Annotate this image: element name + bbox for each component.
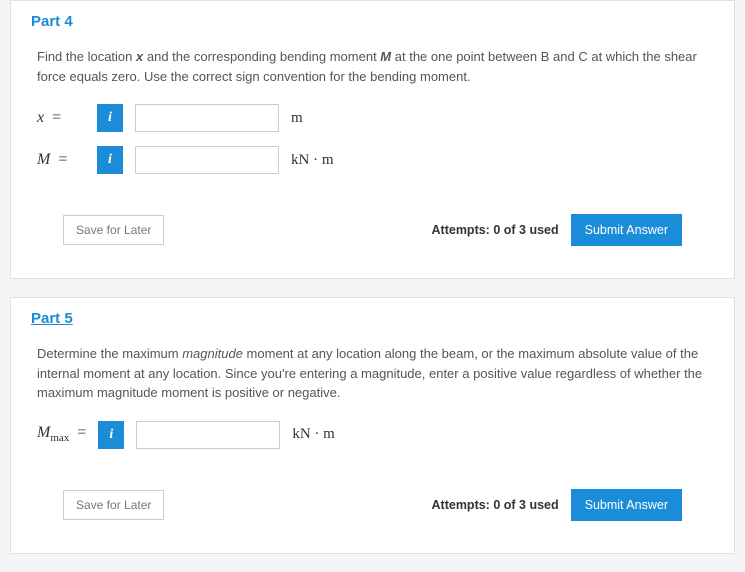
- save-for-later-button[interactable]: Save for Later: [63, 215, 164, 245]
- part-5-prompt: Determine the maximum magnitude moment a…: [37, 344, 708, 403]
- unit-kNm: kN · m: [291, 152, 334, 169]
- info-icon[interactable]: i: [98, 421, 124, 449]
- part-5-footer: Save for Later Attempts: 0 of 3 used Sub…: [37, 473, 708, 537]
- submit-answer-button[interactable]: Submit Answer: [571, 489, 682, 521]
- footer-right-group: Attempts: 0 of 3 used Submit Answer: [432, 489, 682, 521]
- unit-kNm: kN · m: [292, 426, 335, 443]
- part-4-panel: Part 4 Find the location x and the corre…: [10, 0, 735, 279]
- prompt-segment: Determine the maximum: [37, 346, 182, 361]
- var-label-x: x =: [37, 109, 85, 127]
- equals-sign: =: [54, 151, 67, 168]
- x-input[interactable]: [135, 104, 279, 132]
- var-subscript: max: [50, 433, 69, 445]
- Mmax-input[interactable]: [136, 421, 280, 449]
- var-symbol: M: [37, 151, 50, 168]
- part-5-title[interactable]: Part 5: [31, 310, 73, 327]
- footer-right-group: Attempts: 0 of 3 used Submit Answer: [432, 214, 682, 246]
- attempts-text: Attempts: 0 of 3 used: [432, 223, 559, 237]
- var-label-M: M =: [37, 151, 85, 169]
- part-4-title: Part 4: [31, 13, 73, 30]
- var-symbol: x: [37, 109, 44, 126]
- part-5-header: Part 5: [11, 298, 734, 334]
- unit-m: m: [291, 110, 303, 127]
- save-for-later-button[interactable]: Save for Later: [63, 490, 164, 520]
- prompt-em-magnitude: magnitude: [182, 346, 243, 361]
- part-4-prompt: Find the location x and the correspondin…: [37, 47, 708, 86]
- input-row-M: M = i kN · m: [37, 146, 708, 174]
- equals-sign: =: [73, 424, 86, 441]
- part-4-footer: Save for Later Attempts: 0 of 3 used Sub…: [37, 198, 708, 262]
- input-row-Mmax: Mmax = i kN · m: [37, 421, 708, 449]
- prompt-segment: Find the location: [37, 49, 136, 64]
- prompt-var-M: M: [380, 49, 391, 64]
- info-icon[interactable]: i: [97, 104, 123, 132]
- part-4-body: Find the location x and the correspondin…: [11, 37, 734, 278]
- info-icon[interactable]: i: [97, 146, 123, 174]
- part-4-header: Part 4: [11, 1, 734, 37]
- M-input[interactable]: [135, 146, 279, 174]
- var-label-Mmax: Mmax =: [37, 424, 86, 444]
- input-row-x: x = i m: [37, 104, 708, 132]
- submit-answer-button[interactable]: Submit Answer: [571, 214, 682, 246]
- var-symbol: M: [37, 424, 50, 441]
- equals-sign: =: [48, 109, 61, 126]
- prompt-segment: and the corresponding bending moment: [143, 49, 380, 64]
- attempts-text: Attempts: 0 of 3 used: [432, 498, 559, 512]
- part-5-panel: Part 5 Determine the maximum magnitude m…: [10, 297, 735, 554]
- part-5-body: Determine the maximum magnitude moment a…: [11, 334, 734, 553]
